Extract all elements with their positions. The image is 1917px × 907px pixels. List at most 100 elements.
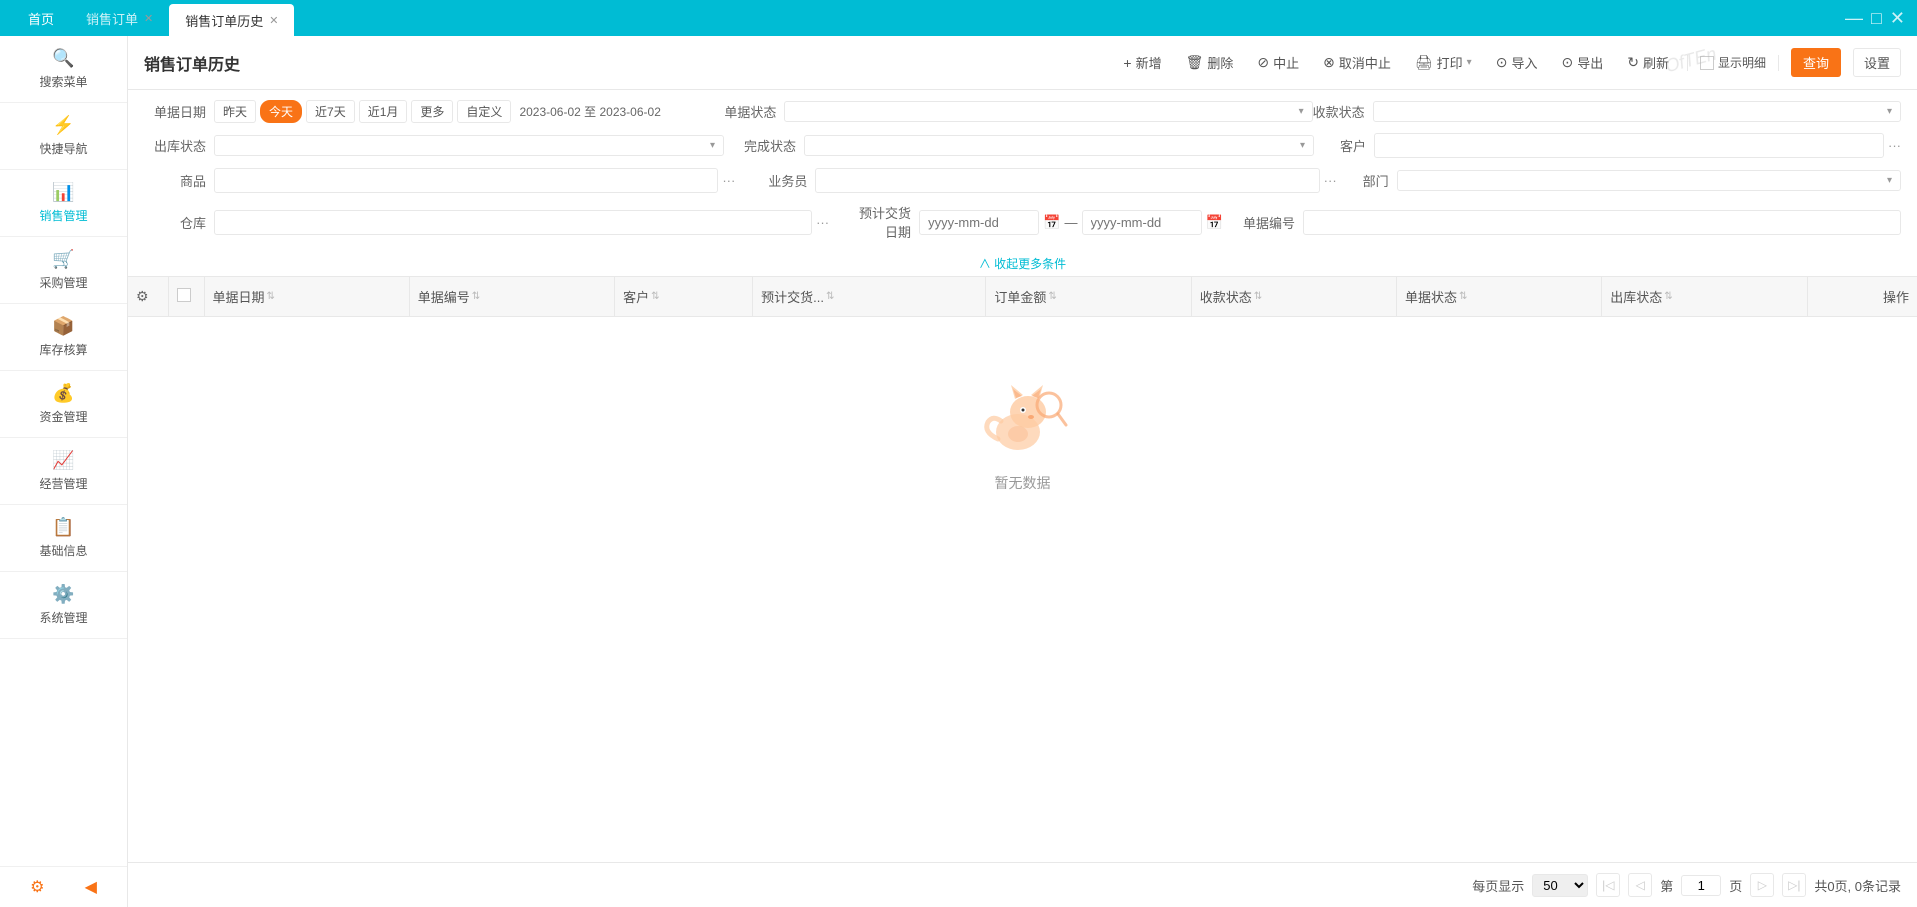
date-btn-1month[interactable]: 近1月 xyxy=(359,100,408,123)
tab-sales-order-history-close[interactable]: ✕ xyxy=(269,14,278,27)
date-btn-7days[interactable]: 近7天 xyxy=(306,100,355,123)
complete-status-select[interactable]: ▾ xyxy=(804,135,1314,156)
settings-button[interactable]: 设置 xyxy=(1853,48,1901,77)
show-detail-checkbox[interactable] xyxy=(1700,56,1714,70)
sidebar-item-inventory[interactable]: 📦 库存核算 xyxy=(0,304,127,371)
purchase-mgmt-icon: 🛒 xyxy=(52,249,74,270)
goods-input[interactable] xyxy=(214,168,718,193)
delivery-date-end-cal[interactable]: 📅 xyxy=(1206,214,1223,231)
order-status-select[interactable]: ▾ xyxy=(784,101,1312,122)
tab-sales-order[interactable]: 销售订单 ✕ xyxy=(70,0,169,36)
th-order-status-sort[interactable]: ⇅ xyxy=(1459,291,1467,302)
tab-sales-order-history[interactable]: 销售订单历史 ✕ xyxy=(169,4,294,36)
export-icon: ⊙ xyxy=(1561,54,1573,71)
delivery-date-start-cal[interactable]: 📅 xyxy=(1043,214,1060,231)
page-size-select[interactable]: 50 10 20 100 xyxy=(1532,874,1588,897)
th-action: 操作 xyxy=(1807,277,1917,317)
sidebar-item-operations[interactable]: 📈 经营管理 xyxy=(0,438,127,505)
cancel-stop-button[interactable]: ⊗ 取消中止 xyxy=(1317,49,1397,76)
th-delivery-date-sort[interactable]: ⇅ xyxy=(826,291,834,302)
date-btn-today[interactable]: 今天 xyxy=(260,100,302,123)
data-table: ⚙ 单据日期 ⇅ 单据编号 xyxy=(128,277,1917,553)
warehouse-input[interactable] xyxy=(214,210,812,235)
date-btn-yesterday[interactable]: 昨天 xyxy=(214,100,256,123)
date-btn-custom[interactable]: 自定义 xyxy=(457,100,511,123)
warehouse-dots[interactable]: ··· xyxy=(816,215,829,230)
salesman-input[interactable] xyxy=(815,168,1319,193)
window-minimize[interactable]: — xyxy=(1845,8,1863,29)
page-input[interactable] xyxy=(1681,875,1721,896)
total-info: 共0页, 0条记录 xyxy=(1814,876,1901,895)
sidebar-item-sales-mgmt-label: 销售管理 xyxy=(39,207,87,224)
base-info-icon: 📋 xyxy=(52,517,74,538)
page-first-btn[interactable]: |◁ xyxy=(1596,873,1620,897)
sidebar-item-quick-nav-label: 快捷导航 xyxy=(39,140,87,157)
sidebar-item-search-menu-label: 搜索菜单 xyxy=(39,73,87,90)
customer-dots[interactable]: ··· xyxy=(1888,138,1901,153)
th-date-sort[interactable]: ⇅ xyxy=(267,291,275,302)
page-prev-btn[interactable]: ◁ xyxy=(1628,873,1652,897)
sales-mgmt-icon: 📊 xyxy=(52,182,74,203)
date-range-text: 2023-06-02 至 2023-06-02 xyxy=(519,103,660,120)
sidebar-settings-icon[interactable]: ⚙ xyxy=(30,877,44,897)
sidebar-item-sys-mgmt[interactable]: ⚙️ 系统管理 xyxy=(0,572,127,639)
tab-sales-order-label: 销售订单 xyxy=(86,9,138,28)
th-outbound-status-sort[interactable]: ⇅ xyxy=(1664,291,1672,302)
collapse-bar[interactable]: ∧ 收起更多条件 xyxy=(128,251,1917,276)
order-no-input[interactable] xyxy=(1303,210,1901,235)
th-receipt-status-sort[interactable]: ⇅ xyxy=(1254,291,1262,302)
query-button[interactable]: 查询 xyxy=(1791,48,1841,77)
import-button[interactable]: ⊙ 导入 xyxy=(1490,49,1544,76)
goods-dots[interactable]: ··· xyxy=(722,173,735,188)
show-detail-label-text: 显示明细 xyxy=(1718,54,1766,71)
empty-state: 暂无数据 xyxy=(128,317,1917,553)
page-last-btn[interactable]: ▷| xyxy=(1782,873,1806,897)
delivery-date-start[interactable] xyxy=(919,210,1039,235)
sidebar-item-sales-mgmt[interactable]: 📊 销售管理 xyxy=(0,170,127,237)
receipt-status-select[interactable]: ▾ xyxy=(1373,101,1901,122)
th-order-no-sort[interactable]: ⇅ xyxy=(472,291,480,302)
tab-sales-order-close[interactable]: ✕ xyxy=(144,12,153,25)
sidebar-item-base-info[interactable]: 📋 基础信息 xyxy=(0,505,127,572)
sidebar-item-purchase-mgmt[interactable]: 🛒 采购管理 xyxy=(0,237,127,304)
stop-button[interactable]: ⊘ 中止 xyxy=(1251,49,1305,76)
sidebar-item-search-menu[interactable]: 🔍 搜索菜单 xyxy=(0,36,127,103)
toolbar-divider2 xyxy=(1778,55,1779,71)
export-button[interactable]: ⊙ 导出 xyxy=(1555,49,1609,76)
th-settings: ⚙ xyxy=(128,277,168,317)
table-header-row: ⚙ 单据日期 ⇅ 单据编号 xyxy=(128,277,1917,317)
th-amount-sort[interactable]: ⇅ xyxy=(1048,291,1056,302)
sidebar-item-quick-nav[interactable]: ⚡ 快捷导航 xyxy=(0,103,127,170)
delete-button[interactable]: 🗑 删除 xyxy=(1180,49,1240,76)
tab-home[interactable]: 首页 xyxy=(12,0,70,36)
show-detail-wrapper: 显示明细 xyxy=(1700,54,1766,71)
toolbar-divider xyxy=(1687,55,1688,71)
import-label: 导入 xyxy=(1511,53,1537,72)
window-maximize[interactable]: □ xyxy=(1871,8,1882,29)
sidebar-bottom: ⚙ ◀ xyxy=(0,866,127,907)
sidebar-item-capital-mgmt[interactable]: 💰 资金管理 xyxy=(0,371,127,438)
outbound-status-label: 出库状态 xyxy=(144,136,214,155)
delivery-date-end[interactable] xyxy=(1082,210,1202,235)
page-next-btn[interactable]: ▷ xyxy=(1750,873,1774,897)
th-customer-sort[interactable]: ⇅ xyxy=(651,291,659,302)
add-button[interactable]: + 新增 xyxy=(1117,49,1167,76)
goods-label: 商品 xyxy=(144,171,214,190)
customer-input[interactable] xyxy=(1374,133,1884,158)
sidebar-item-operations-label: 经营管理 xyxy=(39,475,87,492)
operations-icon: 📈 xyxy=(52,450,74,471)
table-settings-icon[interactable]: ⚙ xyxy=(136,288,149,304)
export-label: 导出 xyxy=(1577,53,1603,72)
sidebar-collapse-icon[interactable]: ◀ xyxy=(85,877,97,897)
outbound-status-select[interactable]: ▾ xyxy=(214,135,724,156)
select-all-checkbox[interactable] xyxy=(177,288,191,302)
quick-nav-icon: ⚡ xyxy=(52,115,74,136)
print-button[interactable]: 🖨 打印 ▾ xyxy=(1409,49,1478,76)
window-close[interactable]: ✕ xyxy=(1890,8,1905,29)
refresh-button[interactable]: ↻ 刷新 xyxy=(1621,49,1675,76)
department-select[interactable]: ▾ xyxy=(1397,170,1901,191)
print-icon: 🖨 xyxy=(1415,54,1433,71)
date-btn-more[interactable]: 更多 xyxy=(411,100,453,123)
th-action-label: 操作 xyxy=(1883,290,1909,305)
salesman-dots[interactable]: ··· xyxy=(1324,173,1337,188)
